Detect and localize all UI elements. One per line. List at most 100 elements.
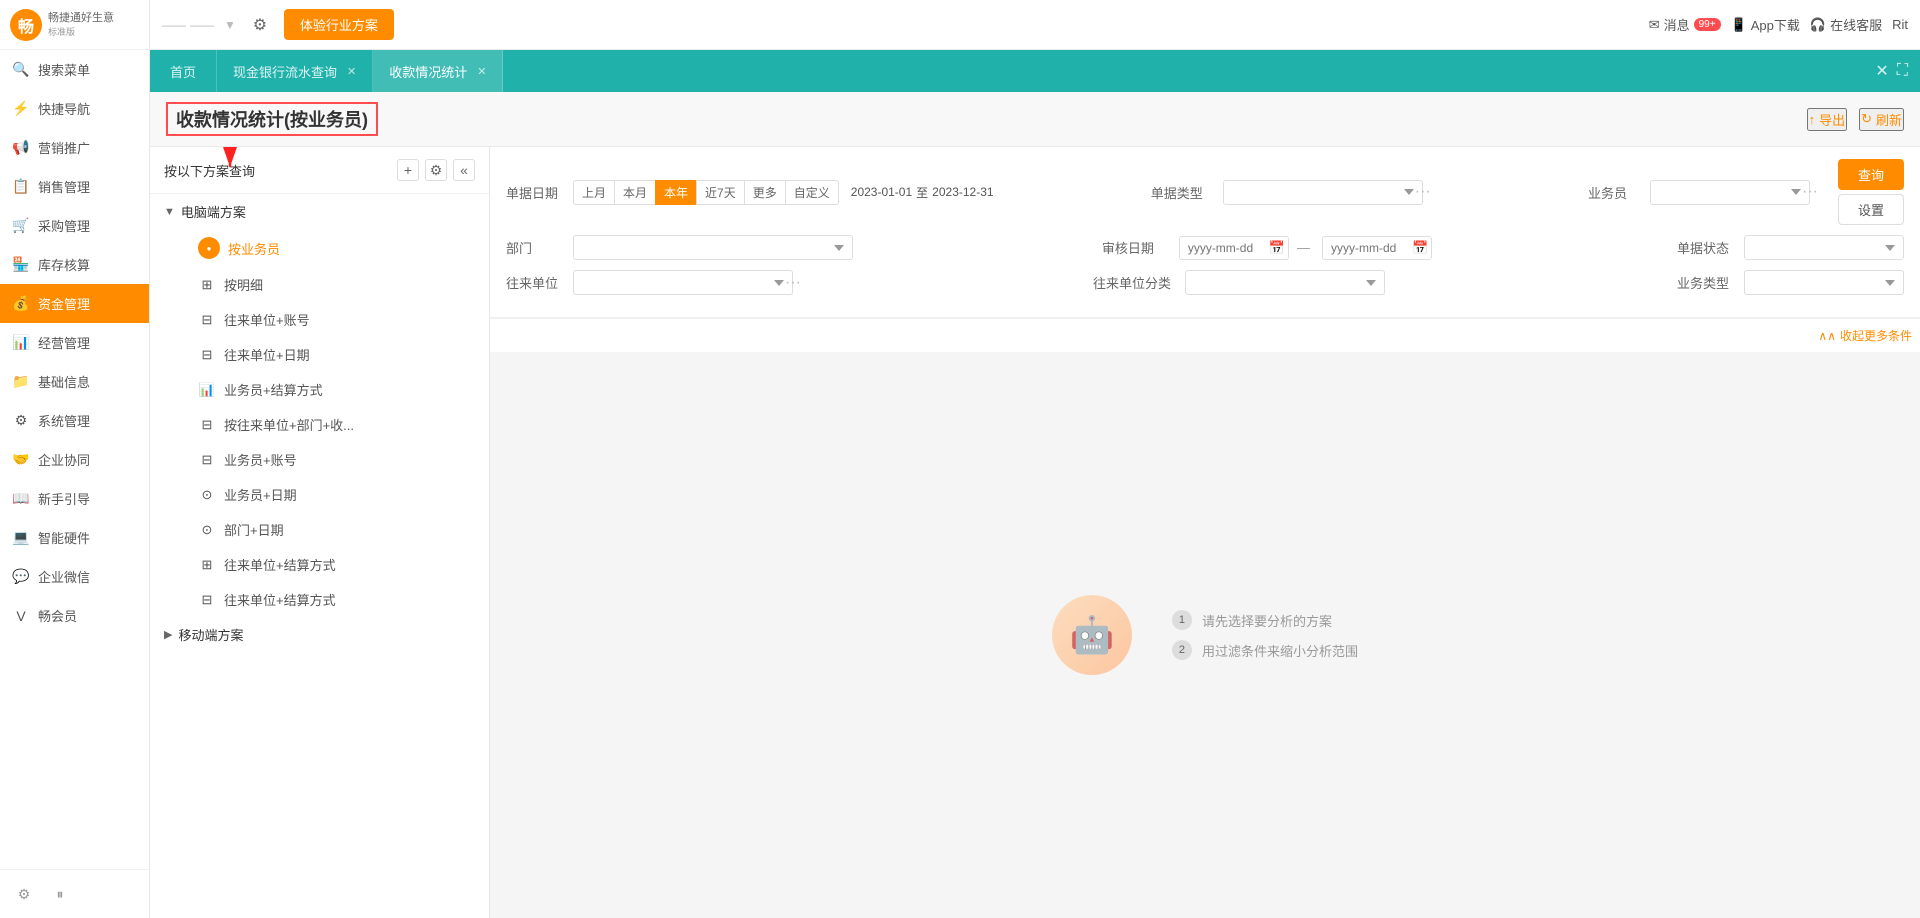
scheme-item-partner-dept[interactable]: ⊟ 按往来单位+部门+收... (166, 407, 489, 442)
sidebar-item-collab[interactable]: 🤝 企业协同 (0, 440, 149, 479)
dept-select[interactable] (573, 235, 853, 260)
scheme-panel: 按以下方案查询 + ⚙ « (150, 147, 490, 918)
scheme-item-by-salesperson[interactable]: ● 按业务员 (166, 229, 489, 267)
online-service-action[interactable]: 🎧 在线客服 (1810, 15, 1882, 34)
user-name-action[interactable]: Rit (1892, 17, 1908, 32)
settings-button[interactable]: 设置 (1838, 194, 1904, 225)
app-download-action[interactable]: 📱 App下载 (1731, 15, 1800, 34)
tab-home[interactable]: 首页 (150, 50, 217, 92)
mgmt-icon: 📊 (12, 334, 30, 352)
export-button[interactable]: ↑ 导出 (1807, 108, 1848, 131)
scheme-item-partner-date[interactable]: ⊟ 往来单位+日期 (166, 337, 489, 372)
review-date-from: 📅 (1179, 236, 1285, 260)
scheme-item-salesperson-date[interactable]: ⊙ 业务员+日期 (166, 477, 489, 512)
message-action[interactable]: ✉ 消息 99+ (1649, 15, 1721, 34)
sidebar-collapse-btn[interactable]: ⏸ (46, 880, 74, 908)
tabs-bar: 首页 现金银行流水查询 ✕ 收款情况统计 ✕ ✕ ⛶ (150, 50, 1920, 92)
biz-type-select[interactable] (1744, 270, 1904, 295)
sidebar-item-member[interactable]: V 畅会员 (0, 596, 149, 635)
scheme-item-salesperson-settlement[interactable]: 📊 业务员+结算方式 (166, 372, 489, 407)
hint-step-2: 2 用过滤条件来缩小分析范围 (1172, 640, 1358, 660)
cal-to-icon[interactable]: 📅 (1412, 240, 1428, 256)
query-button[interactable]: 查询 (1838, 159, 1904, 190)
date-tab-7days[interactable]: 近7天 (696, 180, 744, 205)
sidebar-item-inventory[interactable]: 🏪 库存核算 (0, 245, 149, 284)
sidebar-item-wechat[interactable]: 💬 企业微信 (0, 557, 149, 596)
partner-select[interactable] (573, 270, 793, 295)
doc-status-select[interactable] (1744, 235, 1904, 260)
scheme-group-desktop-header[interactable]: ▼ 电脑端方案 (150, 194, 489, 229)
review-date-label: 审核日期 (1102, 238, 1167, 257)
tab-collection-close[interactable]: ✕ (477, 65, 486, 78)
date-tab-thisyear[interactable]: 本年 (655, 180, 696, 205)
inventory-icon: 🏪 (12, 256, 30, 274)
sidebar-item-guide[interactable]: 📖 新手引导 (0, 479, 149, 518)
scheme-dept-date-icon: ⊙ (198, 521, 216, 539)
sidebar-item-sales[interactable]: 📋 销售管理 (0, 167, 149, 206)
data-area: 🤖 1 请先选择要分析的方案 2 用过滤条件来缩小分析范 (490, 352, 1920, 918)
sidebar-item-quicknav[interactable]: ⚡ 快捷导航 (0, 89, 149, 128)
scheme-item-partner-account[interactable]: ⊟ 往来单位+账号 (166, 302, 489, 337)
collapse-btn[interactable]: ∧∧ 收起更多条件 (1818, 327, 1912, 344)
sidebar: 畅 畅捷通好生意 标准版 🔍 搜索菜单 ⚡ 快捷导航 📢 营销推广 📋 销售管理… (0, 0, 150, 918)
annotation-arrow (190, 147, 310, 187)
sidebar-item-purchase[interactable]: 🛒 采购管理 (0, 206, 149, 245)
sidebar-nav: 🔍 搜索菜单 ⚡ 快捷导航 📢 营销推广 📋 销售管理 🛒 采购管理 🏪 库存核… (0, 50, 149, 869)
hint-steps: 1 请先选择要分析的方案 2 用过滤条件来缩小分析范围 (1172, 610, 1358, 660)
sidebar-item-mgmt[interactable]: 📊 经营管理 (0, 323, 149, 362)
scheme-group-mobile-header[interactable]: ▶ 移动端方案 (150, 617, 489, 652)
tab-expand-btn[interactable]: ⛶ (1897, 62, 1908, 80)
scheme-collapse-btn[interactable]: « (453, 159, 475, 181)
message-badge: 99+ (1694, 18, 1721, 31)
biz-type-label: 业务类型 (1677, 273, 1732, 292)
tab-bank-flow-close[interactable]: ✕ (347, 65, 356, 78)
sidebar-item-marketing[interactable]: 📢 营销推广 (0, 128, 149, 167)
scheme-header: 按以下方案查询 + ⚙ « (150, 147, 489, 194)
date-tabs: 上月 本月 本年 近7天 更多 自定义 (573, 180, 839, 205)
partner-more[interactable]: ··· (785, 274, 801, 292)
date-tab-more[interactable]: 更多 (744, 180, 785, 205)
dept-label: 部门 (506, 238, 561, 257)
sidebar-item-search[interactable]: 🔍 搜索菜单 (0, 50, 149, 89)
salesperson-more[interactable]: ··· (1802, 183, 1818, 201)
date-tab-thismonth[interactable]: 本月 (614, 180, 655, 205)
partner-category-select[interactable] (1185, 270, 1385, 295)
main-area: —— —— ▼ ⚙ 体验行业方案 ✉ 消息 99+ 📱 App下载 🎧 在线客服… (150, 0, 1920, 918)
salesperson-label: 业务员 (1588, 183, 1638, 202)
refresh-button[interactable]: ↻ 刷新 (1859, 108, 1904, 131)
trial-button[interactable]: 体验行业方案 (284, 9, 394, 40)
date-tab-custom[interactable]: 自定义 (785, 180, 839, 205)
sidebar-settings-btn[interactable]: ⚙ (10, 880, 38, 908)
sidebar-item-base[interactable]: 📁 基础信息 (0, 362, 149, 401)
tab-collection[interactable]: 收款情况统计 ✕ (373, 50, 503, 92)
scheme-group-mobile: ▶ 移动端方案 (150, 617, 489, 652)
scheme-item-detail[interactable]: ⊞ 按明细 (166, 267, 489, 302)
scheme-item-dept-date[interactable]: ⊙ 部门+日期 (166, 512, 489, 547)
mobile-group-arrow: ▶ (164, 628, 172, 641)
topbar-gear-btn[interactable]: ⚙ (246, 11, 274, 39)
marketing-icon: 📢 (12, 139, 30, 157)
hint-step-1: 1 请先选择要分析的方案 (1172, 610, 1358, 630)
scheme-item-salesperson-account[interactable]: ⊟ 业务员+账号 (166, 442, 489, 477)
scheme-item-partner-settlement2[interactable]: ⊟ 往来单位+结算方式 (166, 582, 489, 617)
doc-type-more[interactable]: ··· (1415, 183, 1431, 201)
sidebar-item-hardware[interactable]: 💻 智能硬件 (0, 518, 149, 557)
scheme-desktop-items: ● 按业务员 ⊞ 按明细 ⊟ 往来单位+账号 (150, 229, 489, 617)
scheme-add-btn[interactable]: + (397, 159, 419, 181)
hint-area: 🤖 1 请先选择要分析的方案 2 用过滤条件来缩小分析范 (1052, 595, 1358, 675)
doc-type-select[interactable] (1223, 180, 1423, 205)
sidebar-footer: ⚙ ⏸ (0, 869, 149, 918)
cal-from-icon[interactable]: 📅 (1269, 240, 1285, 256)
date-tab-lastmonth[interactable]: 上月 (573, 180, 614, 205)
tab-close-all-btn[interactable]: ✕ (1875, 61, 1888, 81)
purchase-icon: 🛒 (12, 217, 30, 235)
salesperson-select[interactable] (1650, 180, 1810, 205)
scheme-settings-btn[interactable]: ⚙ (425, 159, 447, 181)
date-range: 2023-01-01 至 2023-12-31 (851, 184, 994, 201)
hardware-icon: 💻 (12, 529, 30, 547)
sidebar-item-system[interactable]: ⚙ 系统管理 (0, 401, 149, 440)
tab-bank-flow[interactable]: 现金银行流水查询 ✕ (217, 50, 373, 92)
scheme-item-partner-settlement1[interactable]: ⊞ 往来单位+结算方式 (166, 547, 489, 582)
doc-status-label: 单据状态 (1677, 238, 1732, 257)
sidebar-item-finance[interactable]: 💰 资金管理 (0, 284, 149, 323)
